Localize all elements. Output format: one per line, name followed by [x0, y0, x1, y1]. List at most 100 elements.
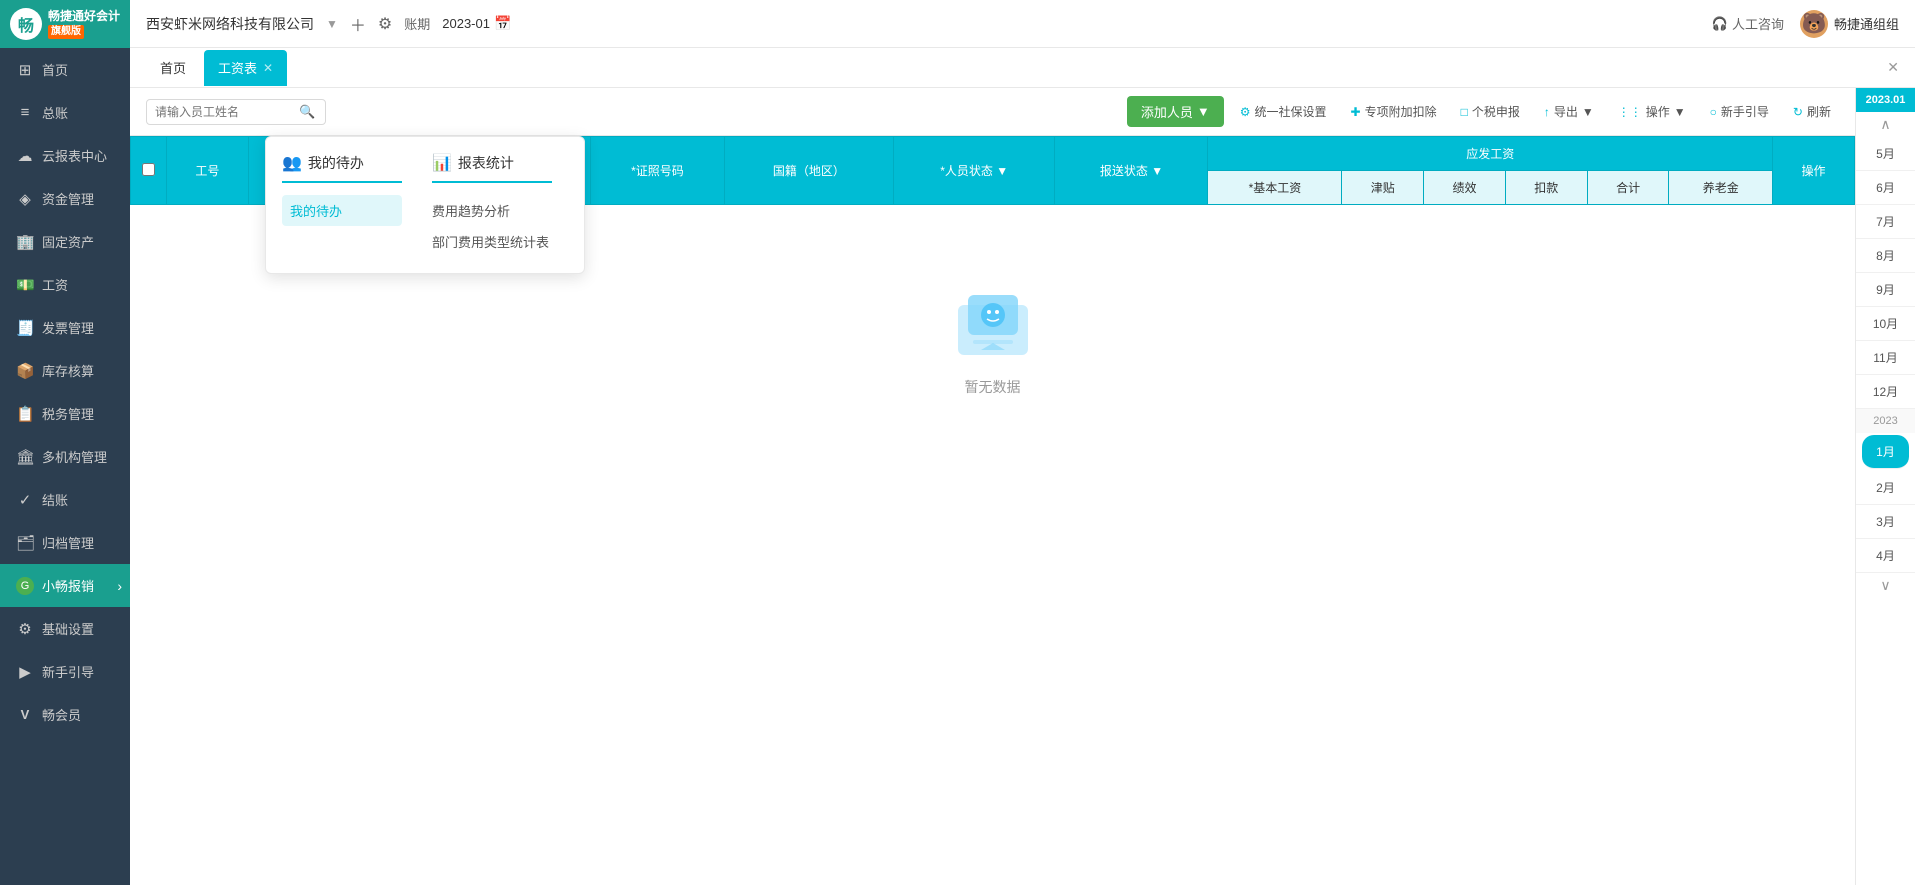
tax-report-icon: □: [1461, 105, 1468, 119]
add-company-icon[interactable]: ＋: [350, 12, 366, 36]
cloud-icon: ☁: [16, 147, 34, 165]
tab-close-icon[interactable]: ✕: [263, 61, 273, 75]
special-deduction-button[interactable]: ✚ 专项附加扣除: [1343, 99, 1445, 124]
social-label: 统一社保设置: [1254, 103, 1326, 120]
tax-report-button[interactable]: □ 个税申报: [1453, 99, 1528, 124]
sidebar-item-settle[interactable]: ✓ 结账: [0, 478, 130, 521]
empty-icon: [943, 285, 1043, 365]
select-all-checkbox[interactable]: [142, 163, 155, 176]
month-up-button[interactable]: ∧: [1856, 112, 1915, 137]
company-chevron-icon[interactable]: ▼: [326, 17, 338, 31]
salary-icon: 💵: [16, 276, 34, 294]
month-item-7[interactable]: 7月: [1856, 205, 1915, 239]
assets-icon: 🏢: [16, 233, 34, 251]
month-item-4[interactable]: 4月: [1856, 539, 1915, 573]
period-value: 2023-01 📅: [442, 15, 511, 32]
company-name[interactable]: 西安虾米网络科技有限公司: [146, 14, 314, 34]
inventory-icon: 📦: [16, 362, 34, 380]
sidebar-item-xiaochang[interactable]: G 小畅报销 ›: [0, 564, 130, 607]
search-box[interactable]: 🔍: [146, 99, 326, 125]
th-report-status: 报送状态 ▼: [1055, 137, 1208, 205]
th-nationality: 国籍（地区）: [724, 137, 893, 205]
th-empno: 工号: [167, 137, 249, 205]
operate-label: 操作: [1646, 103, 1670, 120]
sidebar-item-assets[interactable]: 🏢 固定资产: [0, 220, 130, 263]
tab-collapse-icon[interactable]: ✕: [1887, 59, 1899, 75]
search-input[interactable]: [155, 105, 295, 119]
th-operate: 操作: [1773, 137, 1855, 205]
sidebar-item-tax[interactable]: 📋 税务管理: [0, 392, 130, 435]
month-item-1[interactable]: 1月: [1862, 435, 1909, 469]
sidebar-item-home[interactable]: ⊞ 首页: [0, 48, 130, 91]
sidebar-item-guide[interactable]: ▶ 新手引导: [0, 650, 130, 693]
refresh-label: 刷新: [1807, 103, 1831, 120]
th-allowance: 津贴: [1342, 171, 1424, 205]
user-info[interactable]: 🐻 畅捷通组组: [1800, 10, 1899, 38]
sidebar-item-multi[interactable]: 🏛 多机构管理: [0, 435, 130, 478]
dropdown-item-my-todo[interactable]: 我的待办: [282, 195, 402, 226]
settle-icon: ✓: [16, 491, 34, 509]
sidebar-item-invoice[interactable]: 🧾 发票管理: [0, 306, 130, 349]
month-item-5[interactable]: 5月: [1856, 137, 1915, 171]
sidebar-item-archive[interactable]: 🗂 归档管理: [0, 521, 130, 564]
sidebar-item-cloud[interactable]: ☁ 云报表中心: [0, 134, 130, 177]
member-icon: V: [16, 707, 34, 722]
sidebar-label-cloud: 云报表中心: [42, 146, 107, 165]
dropdown-item-dept-cost[interactable]: 部门费用类型统计表: [432, 226, 552, 257]
settings-icon[interactable]: ⚙: [378, 14, 392, 34]
refresh-icon: ↻: [1793, 105, 1803, 119]
header-right: 🎧 人工咨询 🐻 畅捷通组组: [1712, 10, 1899, 38]
month-item-6[interactable]: 6月: [1856, 171, 1915, 205]
refresh-button[interactable]: ↻ 刷新: [1785, 99, 1839, 124]
month-item-11[interactable]: 11月: [1856, 341, 1915, 375]
th-total: 合计: [1587, 171, 1669, 205]
operate-icon: ⋮⋮: [1618, 105, 1642, 119]
add-person-button[interactable]: 添加人员 ▼: [1127, 96, 1224, 127]
month-item-2[interactable]: 2月: [1856, 471, 1915, 505]
empty-text: 暂无数据: [965, 377, 1021, 397]
operate-button[interactable]: ⋮⋮ 操作 ▼: [1610, 99, 1694, 124]
sidebar-label-xiaochang: 小畅报销: [42, 576, 94, 595]
sidebar-item-salary[interactable]: 💵 工资: [0, 263, 130, 306]
add-dropdown-icon: ▼: [1197, 104, 1210, 119]
todo-section-icon: 👥: [282, 153, 302, 173]
help-button[interactable]: 🎧 人工咨询: [1712, 14, 1784, 33]
filter2-icon[interactable]: ▼: [1151, 164, 1163, 178]
app-name: 畅捷通好会计: [48, 9, 120, 23]
search-icon[interactable]: 🔍: [299, 104, 315, 120]
month-item-3[interactable]: 3月: [1856, 505, 1915, 539]
tab-home[interactable]: 首页: [146, 50, 200, 86]
main-area: 西安虾米网络科技有限公司 ▼ ＋ ⚙ 账期 2023-01 📅 🎧 人工咨询 🐻…: [130, 0, 1915, 885]
month-item-8[interactable]: 8月: [1856, 239, 1915, 273]
th-id-no: *证照号码: [591, 137, 725, 205]
export-button[interactable]: ↑ 导出 ▼: [1536, 99, 1602, 124]
sidebar-label-ledger: 总账: [42, 103, 68, 122]
month-item-10[interactable]: 10月: [1856, 307, 1915, 341]
month-item-12[interactable]: 12月: [1856, 375, 1915, 409]
guide-icon: ○: [1710, 105, 1717, 119]
tab-salary-label: 工资表: [218, 58, 257, 77]
sidebar-item-ledger[interactable]: ≡ 总账: [0, 91, 130, 134]
dropdown-item-cost-trend[interactable]: 费用趋势分析: [432, 195, 552, 226]
content-area: 🔍 添加人员 ▼ ⚙ 统一社保设置 ✚ 专项附加扣除: [130, 88, 1915, 885]
dropdown-section-todo: 👥 我的待办 我的待办: [282, 153, 402, 257]
sidebar-item-finance[interactable]: ◈ 资金管理: [0, 177, 130, 220]
th-performance: 绩效: [1424, 171, 1506, 205]
month-item-9[interactable]: 9月: [1856, 273, 1915, 307]
sidebar-label-member: 畅会员: [42, 705, 81, 724]
filter-icon[interactable]: ▼: [996, 164, 1008, 178]
ledger-icon: ≡: [16, 104, 34, 121]
social-security-button[interactable]: ⚙ 统一社保设置: [1232, 99, 1335, 124]
tab-salary[interactable]: 工资表 ✕: [204, 50, 287, 86]
guide-button[interactable]: ○ 新手引导: [1702, 99, 1777, 124]
sidebar-item-inventory[interactable]: 📦 库存核算: [0, 349, 130, 392]
year-label-2023: 2023: [1856, 409, 1915, 433]
export-label: 导出: [1554, 103, 1578, 120]
sidebar-item-basic[interactable]: ⚙ 基础设置: [0, 607, 130, 650]
month-panel-header: 2023.01: [1856, 88, 1915, 112]
month-down-button[interactable]: ∨: [1856, 573, 1915, 598]
sidebar-label-finance: 资金管理: [42, 189, 94, 208]
calendar-icon[interactable]: 📅: [494, 15, 511, 32]
th-deduction: 扣款: [1505, 171, 1587, 205]
sidebar-item-member[interactable]: V 畅会员: [0, 693, 130, 736]
